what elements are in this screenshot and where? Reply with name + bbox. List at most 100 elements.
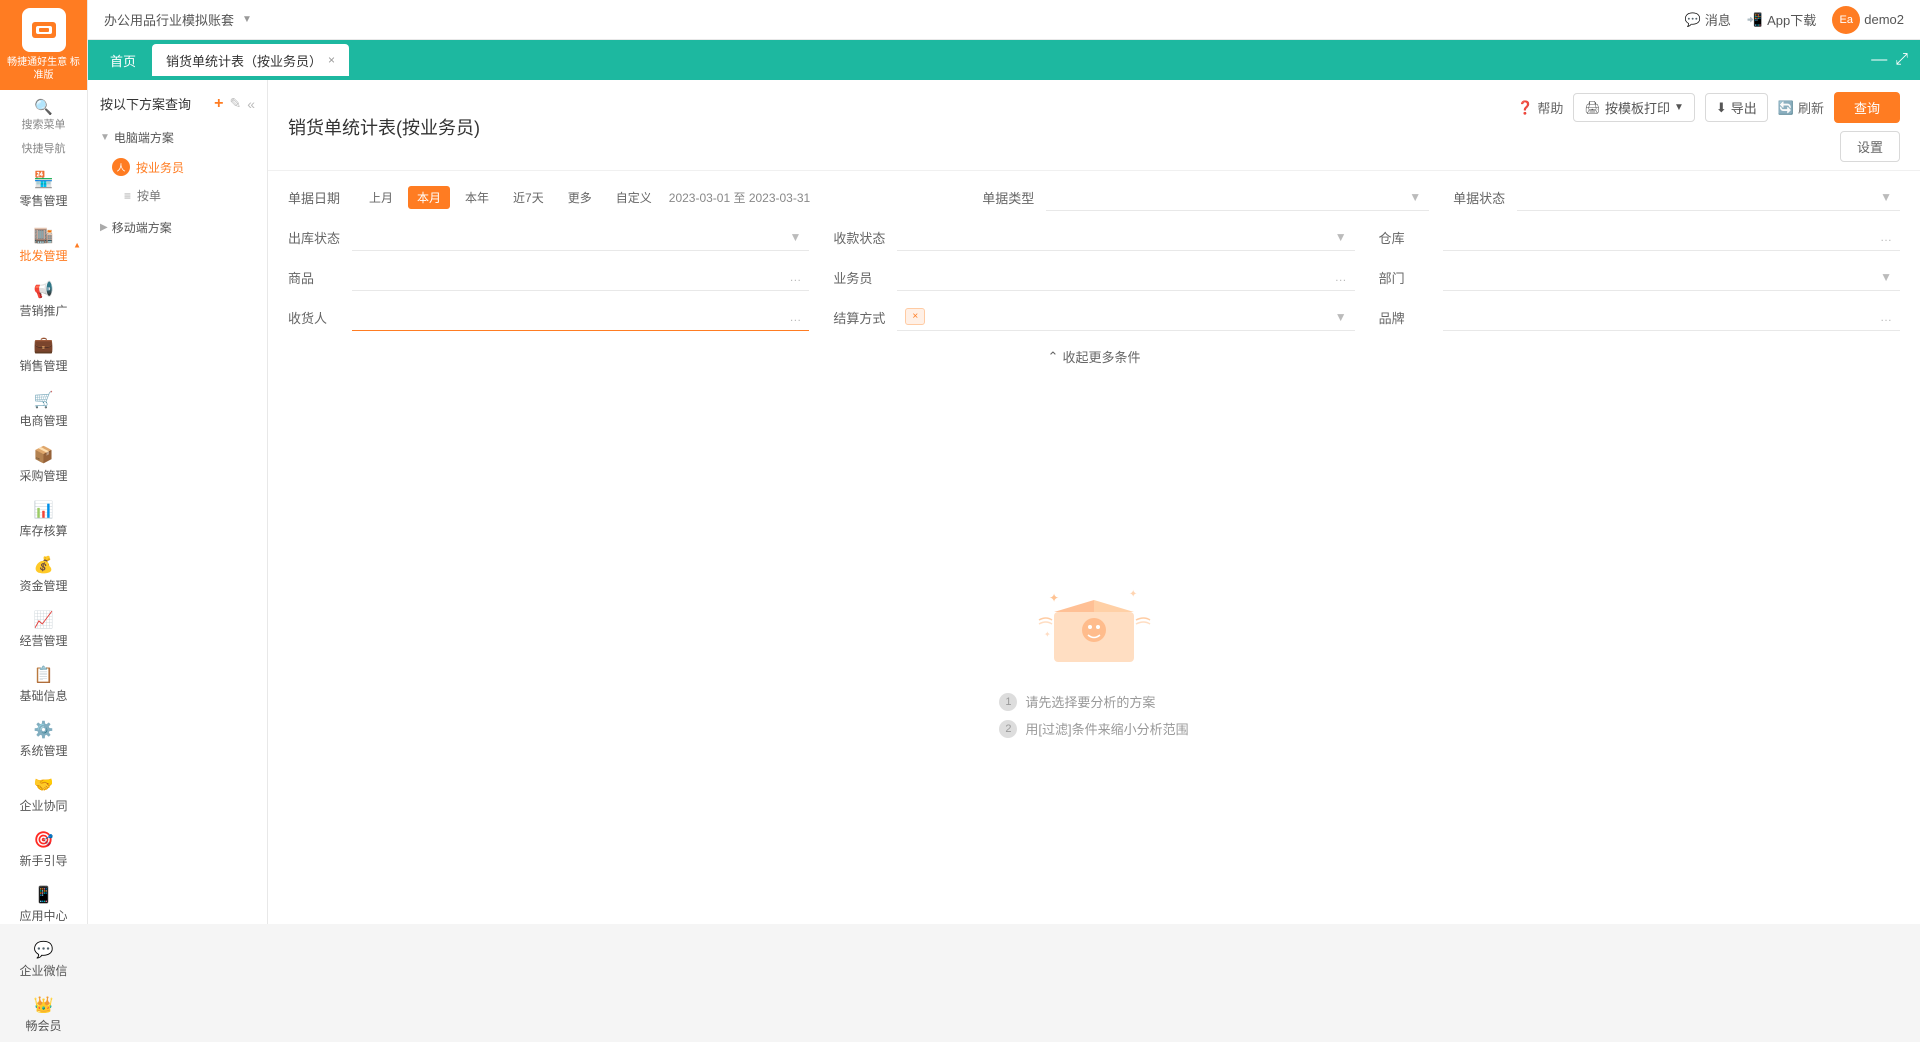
sidebar-logo: 畅捷通好生意 标准版 [0, 0, 87, 90]
department-control[interactable]: ▼ [1443, 263, 1900, 291]
sidebar-item-finance[interactable]: 💰 资金管理 [0, 547, 87, 602]
tab-minimize-icon[interactable]: — [1871, 51, 1887, 69]
filter-date: 单据日期 上月 本月 本年 近7天 更多 自定义 2023-03-01 至 20… [288, 186, 958, 209]
collapse-icon: ⌃ [1048, 349, 1059, 365]
app-name: 办公用品行业模拟账套 [104, 10, 234, 29]
refresh-btn[interactable]: 🔄 刷新 [1778, 98, 1824, 117]
group-arrow-icon: ▼ [100, 132, 110, 143]
template-print-btn[interactable]: 🖨 按模板打印 ▼ [1573, 93, 1694, 122]
sales-tab-label: 销货单统计表（按业务员） [166, 51, 322, 70]
sidebar-item-label: 基础信息 [19, 687, 67, 704]
message-btn[interactable]: 💬 消息 [1685, 10, 1731, 29]
finance-icon: 💰 [34, 555, 54, 575]
scheme-add-btn[interactable]: + [214, 95, 223, 113]
sidebar-item-label: 企业微信 [19, 962, 67, 979]
marketing-icon: 📢 [34, 280, 54, 300]
payment-status-control[interactable]: ▼ [897, 223, 1354, 251]
tab-sales-report[interactable]: 销货单统计表（按业务员） × [152, 44, 349, 76]
out-status-dropdown-icon: ▼ [789, 230, 801, 244]
scheme-edit-btn[interactable]: ✎ [229, 95, 241, 112]
date-btn-last-month[interactable]: 上月 [360, 186, 402, 209]
help-icon: ❓ [1517, 100, 1533, 116]
refresh-icon: 🔄 [1778, 100, 1794, 116]
app-download-btn[interactable]: 📲 App下载 [1747, 10, 1816, 29]
sidebar-item-label: 企业协同 [19, 797, 67, 814]
page-title: 销货单统计表(按业务员) [288, 114, 480, 140]
sidebar-item-basic[interactable]: 📋 基础信息 [0, 657, 87, 712]
scheme-item-by-order[interactable]: ≡ 按单 [88, 182, 267, 209]
filter-row-1: 单据日期 上月 本月 本年 近7天 更多 自定义 2023-03-01 至 20… [288, 183, 1900, 211]
query-button[interactable]: 查询 [1834, 92, 1900, 123]
scheme-item-by-salesperson[interactable]: 人 按业务员 [88, 152, 267, 182]
purchase-icon: 📦 [34, 445, 54, 465]
system-icon: ⚙️ [34, 720, 54, 740]
sidebar-item-member[interactable]: 👑 畅会员 [0, 987, 87, 1042]
warehouse-control[interactable]: … [1443, 223, 1900, 251]
settlement-label: 结算方式 [833, 308, 889, 327]
collapse-filters-btn[interactable]: ⌃ 收起更多条件 [1048, 347, 1141, 366]
filter-salesperson: 业务员 … [833, 263, 1354, 291]
settlement-control[interactable]: × ▼ [897, 303, 1354, 331]
brand-control[interactable]: … [1443, 303, 1900, 331]
scheme-group-desktop-header[interactable]: ▼ 电脑端方案 [88, 123, 267, 152]
out-status-control[interactable]: ▼ [352, 223, 809, 251]
scheme-collapse-btn[interactable]: « [247, 96, 255, 112]
sidebar-item-enterprise[interactable]: 🤝 企业协同 [0, 767, 87, 822]
sidebar-item-operation[interactable]: 📈 经营管理 [0, 602, 87, 657]
help-btn[interactable]: ❓ 帮助 [1517, 98, 1563, 117]
appcenter-icon: 📱 [34, 885, 54, 905]
sidebar-item-ecommerce[interactable]: 🛒 电商管理 [0, 382, 87, 437]
doc-status-label: 单据状态 [1453, 188, 1509, 207]
sidebar-item-system[interactable]: ⚙️ 系统管理 [0, 712, 87, 767]
doc-type-label: 单据类型 [982, 188, 1038, 207]
salesperson-control[interactable]: … [897, 263, 1354, 291]
operation-icon: 📈 [34, 610, 54, 630]
sidebar-item-marketing[interactable]: 📢 营销推广 [0, 272, 87, 327]
sidebar-item-newguide[interactable]: 🎯 新手引导 [0, 822, 87, 877]
empty-tips: 1 请先选择要分析的方案 2 用[过滤]条件来缩小分析范围 [999, 692, 1188, 738]
settings-button[interactable]: 设置 [1840, 131, 1900, 162]
collapse-row: ⌃ 收起更多条件 [288, 343, 1900, 374]
sidebar-search[interactable]: 🔍 搜索菜单 [0, 90, 87, 136]
filter-row-3: 商品 … 业务员 … [288, 263, 1900, 291]
sidebar-item-label: 电商管理 [19, 412, 67, 429]
tab-maximize-icon[interactable]: ⤢ [1895, 51, 1908, 69]
sidebar-item-retail[interactable]: 🏪 零售管理 [0, 162, 87, 217]
export-btn[interactable]: ⬇ 导出 [1705, 93, 1768, 122]
consignee-control[interactable]: … [352, 303, 809, 331]
sidebar-item-inventory[interactable]: 📊 库存核算 [0, 492, 87, 547]
sidebar-item-label: 资金管理 [19, 577, 67, 594]
sidebar-item-wechat[interactable]: 💬 企业微信 [0, 932, 87, 987]
sidebar-item-wholesale[interactable]: 🏬 批发管理 [0, 217, 87, 272]
scheme-group-mobile-header[interactable]: ▶ 移动端方案 [88, 213, 267, 242]
app-dropdown-icon[interactable]: ▼ [242, 14, 252, 25]
doc-type-control[interactable]: ▼ [1046, 183, 1429, 211]
enterprise-icon: 🤝 [34, 775, 54, 795]
tab-home[interactable]: 首页 [96, 44, 150, 76]
goods-label: 商品 [288, 268, 344, 287]
sidebar-quick-nav[interactable]: 快捷导航 [0, 136, 87, 158]
print-icon: 🖨 [1584, 100, 1601, 116]
sidebar-item-sales[interactable]: 💼 销售管理 [0, 327, 87, 382]
filter-row-4: 收货人 … 结算方式 × ▼ [288, 303, 1900, 331]
topbar-right: 💬 消息 📲 App下载 Ea demo2 [1685, 6, 1904, 34]
user-menu[interactable]: Ea demo2 [1832, 6, 1904, 34]
date-btn-this-year[interactable]: 本年 [456, 186, 498, 209]
group-arrow-icon-mobile: ▶ [100, 222, 108, 233]
page-header: 销货单统计表(按业务员) ❓ 帮助 🖨 按模板打印 [268, 80, 1920, 171]
date-btn-this-month[interactable]: 本月 [408, 186, 450, 209]
date-btn-custom[interactable]: 自定义 [607, 186, 661, 209]
goods-control[interactable]: … [352, 263, 809, 291]
svg-text:✦: ✦ [1049, 591, 1059, 605]
sidebar-item-label: 采购管理 [19, 467, 67, 484]
date-btn-7days[interactable]: 近7天 [504, 186, 553, 209]
brand-label: 品牌 [1379, 308, 1435, 327]
newguide-icon: 🎯 [34, 830, 54, 850]
tabbar: 首页 销货单统计表（按业务员） × — ⤢ [88, 40, 1920, 80]
tab-close-icon[interactable]: × [328, 53, 335, 67]
doc-status-control[interactable]: ▼ [1517, 183, 1900, 211]
page-header-top: 销货单统计表(按业务员) ❓ 帮助 🖨 按模板打印 [288, 92, 1900, 162]
sidebar-item-purchase[interactable]: 📦 采购管理 [0, 437, 87, 492]
date-btn-more[interactable]: 更多 [559, 186, 601, 209]
settlement-tag-close[interactable]: × [912, 311, 918, 322]
